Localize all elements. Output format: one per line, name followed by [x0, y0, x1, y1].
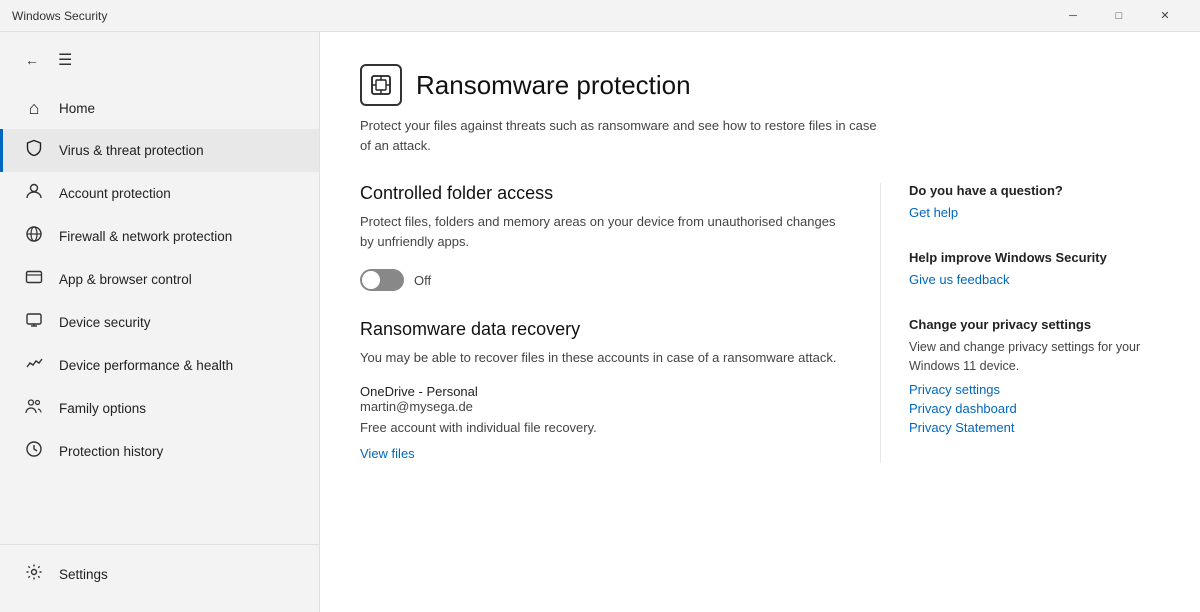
- sidebar-item-protection-history-label: Protection history: [59, 444, 163, 459]
- sidebar-item-home[interactable]: ⌂ Home: [0, 88, 319, 129]
- controlled-folder-title: Controlled folder access: [360, 183, 840, 204]
- recovery-title: Ransomware data recovery: [360, 319, 840, 340]
- sidebar-item-device-security-label: Device security: [59, 315, 151, 330]
- toggle-row: Off: [360, 269, 840, 291]
- firewall-icon: [23, 225, 45, 248]
- page-header-icon: [360, 64, 402, 106]
- sidebar-bottom: Settings: [0, 544, 319, 612]
- sidebar-item-device-performance-label: Device performance & health: [59, 358, 233, 373]
- history-icon: [23, 440, 45, 463]
- sidebar-item-home-label: Home: [59, 101, 95, 116]
- right-section-feedback: Help improve Windows Security Give us fe…: [909, 250, 1160, 289]
- page-header: Ransomware protection: [360, 64, 1160, 106]
- privacy-desc: View and change privacy settings for you…: [909, 338, 1160, 376]
- sidebar-item-protection-history[interactable]: Protection history: [0, 430, 319, 473]
- maximize-button[interactable]: □: [1096, 0, 1142, 32]
- page-title: Ransomware protection: [416, 70, 691, 101]
- minimize-button[interactable]: ─: [1050, 0, 1096, 32]
- sidebar-item-firewall-label: Firewall & network protection: [59, 229, 232, 244]
- right-section-privacy: Change your privacy settings View and ch…: [909, 317, 1160, 435]
- content-grid: Controlled folder access Protect files, …: [360, 183, 1160, 463]
- controlled-folder-desc: Protect files, folders and memory areas …: [360, 212, 840, 251]
- back-button[interactable]: ←: [16, 44, 48, 76]
- account-icon: [23, 182, 45, 205]
- sidebar-item-virus-label: Virus & threat protection: [59, 143, 204, 158]
- privacy-title: Change your privacy settings: [909, 317, 1160, 332]
- device-performance-icon: [23, 354, 45, 377]
- close-button[interactable]: ✕: [1142, 0, 1188, 32]
- recovery-desc: You may be able to recover files in thes…: [360, 348, 840, 368]
- privacy-settings-link[interactable]: Privacy settings: [909, 382, 1160, 397]
- shield-icon: [23, 139, 45, 162]
- settings-label: Settings: [59, 567, 108, 582]
- settings-icon: [23, 563, 45, 586]
- sidebar-item-family-label: Family options: [59, 401, 146, 416]
- sidebar-item-account-label: Account protection: [59, 186, 171, 201]
- nav-list: ⌂ Home Virus & threat protection: [0, 84, 319, 544]
- onedrive-email: martin@mysega.de: [360, 399, 840, 414]
- app-title: Windows Security: [12, 9, 1050, 23]
- sidebar-item-virus[interactable]: Virus & threat protection: [0, 129, 319, 172]
- sidebar-item-family[interactable]: Family options: [0, 387, 319, 430]
- hamburger-icon[interactable]: ☰: [58, 50, 72, 70]
- privacy-statement-link[interactable]: Privacy Statement: [909, 420, 1160, 435]
- sidebar-item-device-performance[interactable]: Device performance & health: [0, 344, 319, 387]
- sidebar-item-app-browser-label: App & browser control: [59, 272, 192, 287]
- sidebar-item-firewall[interactable]: Firewall & network protection: [0, 215, 319, 258]
- window-controls: ─ □ ✕: [1050, 0, 1188, 32]
- feedback-title: Help improve Windows Security: [909, 250, 1160, 265]
- privacy-dashboard-link[interactable]: Privacy dashboard: [909, 401, 1160, 416]
- give-feedback-link[interactable]: Give us feedback: [909, 272, 1009, 287]
- question-title: Do you have a question?: [909, 183, 1160, 198]
- sidebar-item-device-security[interactable]: Device security: [0, 301, 319, 344]
- onedrive-name: OneDrive - Personal: [360, 384, 840, 399]
- toggle-label: Off: [414, 273, 431, 288]
- app-body: ← ☰ ⌂ Home Virus & threat protection: [0, 32, 1200, 612]
- home-icon: ⌂: [23, 98, 45, 119]
- sidebar-item-account[interactable]: Account protection: [0, 172, 319, 215]
- toggle-knob: [362, 271, 380, 289]
- app-browser-icon: [23, 268, 45, 291]
- onedrive-info: OneDrive - Personal martin@mysega.de: [360, 384, 840, 414]
- sidebar-item-app-browser[interactable]: App & browser control: [0, 258, 319, 301]
- view-files-link[interactable]: View files: [360, 446, 415, 461]
- right-panel: Do you have a question? Get help Help im…: [880, 183, 1160, 463]
- titlebar: Windows Security ─ □ ✕: [0, 0, 1200, 32]
- device-security-icon: [23, 311, 45, 334]
- onedrive-status: Free account with individual file recove…: [360, 420, 840, 435]
- left-column: Controlled folder access Protect files, …: [360, 183, 840, 463]
- sidebar-item-settings[interactable]: Settings: [0, 553, 319, 596]
- page-subtitle: Protect your files against threats such …: [360, 116, 880, 155]
- main-content: Ransomware protection Protect your files…: [320, 32, 1200, 612]
- get-help-link[interactable]: Get help: [909, 205, 958, 220]
- sidebar: ← ☰ ⌂ Home Virus & threat protection: [0, 32, 320, 612]
- family-icon: [23, 397, 45, 420]
- sidebar-top: ← ☰: [0, 32, 319, 84]
- controlled-folder-toggle[interactable]: [360, 269, 404, 291]
- right-section-question: Do you have a question? Get help: [909, 183, 1160, 222]
